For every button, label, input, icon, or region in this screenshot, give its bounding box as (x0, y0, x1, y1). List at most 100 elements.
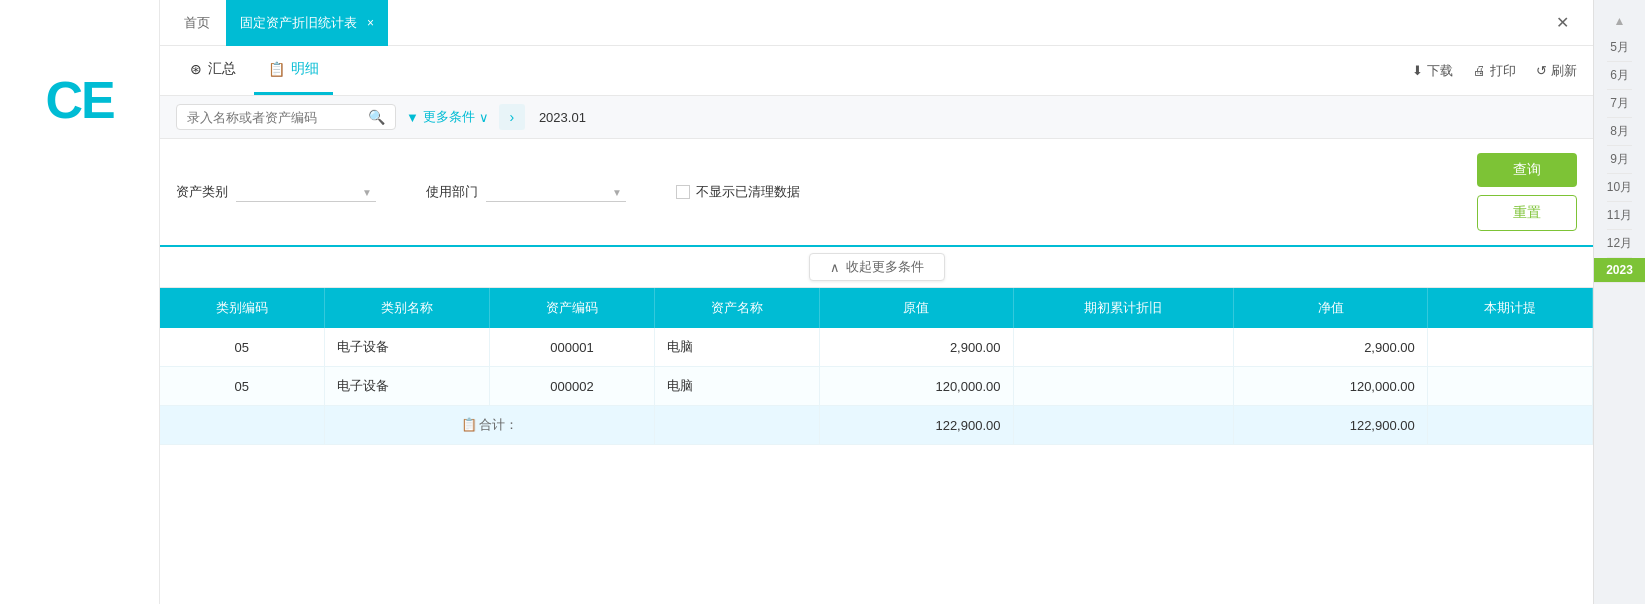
query-button[interactable]: 查询 (1477, 153, 1577, 187)
col-asset-name: 资产名称 (655, 288, 820, 328)
total-cell-empty1 (160, 406, 324, 445)
cell-category-name: 电子设备 (324, 367, 489, 406)
tab-summary[interactable]: ⊛ 汇总 (176, 46, 250, 95)
timeline-month-item[interactable]: 9月 (1607, 146, 1632, 174)
print-icon: 🖨 (1473, 63, 1486, 78)
cell-original-value: 120,000.00 (820, 367, 1013, 406)
cell-asset-name: 电脑 (655, 367, 820, 406)
main-content: 首页 固定资产折旧统计表 × ✕ ⊛ 汇总 📋 明细 ⬇ 下载 🖨 打印 (160, 0, 1593, 604)
col-category-code: 类别编码 (160, 288, 324, 328)
download-icon: ⬇ (1412, 63, 1423, 78)
date-nav-arrow[interactable]: › (499, 104, 525, 130)
collapse-button[interactable]: ∧ 收起更多条件 (809, 253, 945, 281)
download-button[interactable]: ⬇ 下载 (1412, 62, 1453, 80)
dept-label: 使用部门 (426, 183, 478, 201)
reset-button[interactable]: 重置 (1477, 195, 1577, 231)
download-label: 下载 (1427, 62, 1453, 80)
tab-summary-label: 汇总 (208, 60, 236, 78)
dept-select[interactable] (486, 182, 626, 202)
search-input[interactable] (187, 110, 362, 125)
table-container: 类别编码 类别名称 资产编码 资产名称 原值 期初累计折旧 净值 本期计提 05… (160, 288, 1593, 604)
window-close-button[interactable]: ✕ (1548, 9, 1577, 36)
cell-current-provision (1427, 328, 1592, 367)
collapse-row: ∧ 收起更多条件 (160, 247, 1593, 288)
search-input-wrapper: 🔍 (176, 104, 396, 130)
col-original-value: 原值 (820, 288, 1013, 328)
timeline-month-item[interactable]: 12月 (1607, 230, 1632, 258)
col-category-name: 类别名称 (324, 288, 489, 328)
right-sidebar: ▲ 5月6月7月8月9月10月11月12月 2023 (1593, 0, 1645, 604)
tab-detail[interactable]: 📋 明细 (254, 46, 333, 95)
collapse-icon: ∧ (830, 260, 840, 275)
refresh-label: 刷新 (1551, 62, 1577, 80)
cell-category-code: 05 (160, 367, 324, 406)
detail-icon: 📋 (268, 61, 285, 77)
hide-cleared-label: 不显示已清理数据 (696, 183, 800, 201)
cell-accumulated-dep (1013, 328, 1234, 367)
refresh-button[interactable]: ↺ 刷新 (1536, 62, 1577, 80)
timeline-month-item[interactable]: 5月 (1607, 34, 1632, 62)
filter-icon: ▼ (406, 110, 419, 125)
nav-home[interactable]: 首页 (176, 14, 218, 32)
filter-panel: 资产类别 ▼ 使用部门 ▼ 不显示已清理数 (160, 139, 1593, 247)
nav-tab-fixed-asset[interactable]: 固定资产折旧统计表 × (226, 0, 388, 46)
collapse-label: 收起更多条件 (846, 258, 924, 276)
asset-category-select[interactable] (236, 182, 376, 202)
total-current-provision (1427, 406, 1592, 445)
print-label: 打印 (1490, 62, 1516, 80)
cell-net-value: 2,900.00 (1234, 328, 1427, 367)
filter-buttons: 查询 重置 (1477, 153, 1577, 231)
search-bar: 🔍 ▼ 更多条件 ∨ › 2023.01 (160, 96, 1593, 139)
refresh-icon: ↺ (1536, 63, 1547, 78)
dept-select-wrapper: ▼ (486, 182, 626, 202)
col-current-provision: 本期计提 (1427, 288, 1592, 328)
dept-field: 使用部门 ▼ (426, 182, 646, 202)
cell-net-value: 120,000.00 (1234, 367, 1427, 406)
search-icon: 🔍 (368, 109, 385, 125)
timeline-items: 5月6月7月8月9月10月11月12月 (1607, 34, 1632, 258)
cell-accumulated-dep (1013, 367, 1234, 406)
col-net-value: 净值 (1234, 288, 1427, 328)
toolbar-actions: ⬇ 下载 🖨 打印 ↺ 刷新 (1412, 62, 1577, 80)
timeline-month-item[interactable]: 7月 (1607, 90, 1632, 118)
top-nav: 首页 固定资产折旧统计表 × ✕ (160, 0, 1593, 46)
timeline-month-item[interactable]: 8月 (1607, 118, 1632, 146)
logo-text: CE (45, 70, 113, 130)
asset-category-field: 资产类别 ▼ (176, 182, 396, 202)
total-accumulated-dep (1013, 406, 1234, 445)
nav-tab-label: 固定资产折旧统计表 (240, 14, 357, 32)
tab-detail-label: 明细 (291, 60, 319, 78)
filter-row: 资产类别 ▼ 使用部门 ▼ 不显示已清理数 (176, 153, 1577, 231)
timeline-month-item[interactable]: 6月 (1607, 62, 1632, 90)
cell-asset-code: 000001 (489, 328, 654, 367)
cell-current-provision (1427, 367, 1592, 406)
summary-icon: ⊛ (190, 61, 202, 77)
col-accumulated-dep: 期初累计折旧 (1013, 288, 1234, 328)
asset-table: 类别编码 类别名称 资产编码 资产名称 原值 期初累计折旧 净值 本期计提 05… (160, 288, 1593, 445)
table-row: 05 电子设备 000002 电脑 120,000.00 120,000.00 (160, 367, 1593, 406)
more-conditions-label: 更多条件 (423, 108, 475, 126)
cell-original-value: 2,900.00 (820, 328, 1013, 367)
scroll-up-button[interactable]: ▲ (1594, 8, 1645, 34)
cell-asset-code: 000002 (489, 367, 654, 406)
hide-cleared-checkbox-wrapper[interactable]: 不显示已清理数据 (676, 183, 800, 201)
toolbar-tabs: ⊛ 汇总 📋 明细 ⬇ 下载 🖨 打印 ↺ 刷新 (160, 46, 1593, 96)
total-cell-empty3 (655, 406, 820, 445)
timeline-month-item[interactable]: 11月 (1607, 202, 1632, 230)
more-conditions-button[interactable]: ▼ 更多条件 ∨ (406, 108, 489, 126)
print-button[interactable]: 🖨 打印 (1473, 62, 1516, 80)
cell-asset-name: 电脑 (655, 328, 820, 367)
date-display: 2023.01 (539, 110, 586, 125)
total-cell-empty2: 📋合计： (324, 406, 654, 445)
table-header-row: 类别编码 类别名称 资产编码 资产名称 原值 期初累计折旧 净值 本期计提 (160, 288, 1593, 328)
top-nav-right: ✕ (1548, 9, 1577, 36)
cell-category-name: 电子设备 (324, 328, 489, 367)
app-logo: CE (0, 0, 160, 604)
timeline-month-item[interactable]: 10月 (1607, 174, 1632, 202)
nav-tab-close[interactable]: × (367, 16, 374, 30)
chevron-down-icon: ∨ (479, 110, 489, 125)
col-asset-code: 资产编码 (489, 288, 654, 328)
cell-category-code: 05 (160, 328, 324, 367)
timeline-year-active[interactable]: 2023 (1594, 258, 1645, 283)
hide-cleared-checkbox[interactable] (676, 185, 690, 199)
